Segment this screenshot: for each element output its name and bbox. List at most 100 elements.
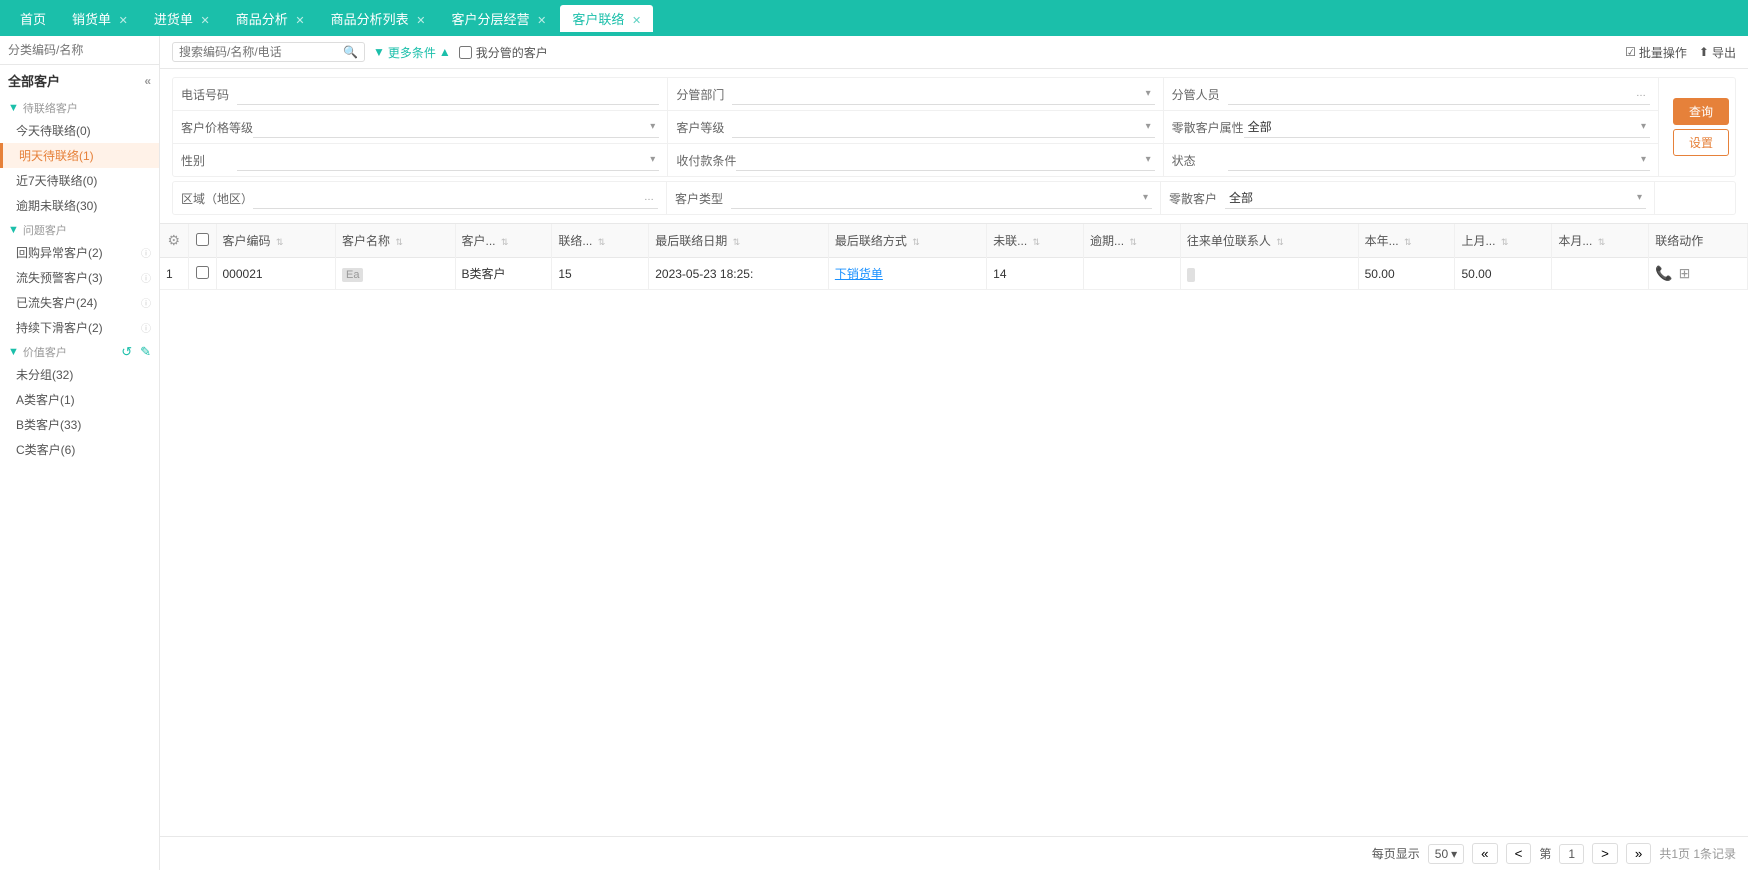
row-actions: 📞 ⊞ xyxy=(1649,258,1748,290)
region-select[interactable]: … xyxy=(253,187,658,209)
phone-label: 电话号码 xyxy=(181,86,237,103)
sort-icon-name: ⇅ xyxy=(395,237,403,247)
nav-purchase-order-close[interactable]: ✕ xyxy=(201,15,210,27)
row-customer-type: B类客户 xyxy=(455,258,552,290)
region-label: 区域（地区） xyxy=(181,190,253,207)
row-this-month xyxy=(1552,258,1649,290)
sidebar-item-b-class[interactable]: B类客户(33) xyxy=(0,412,159,437)
sort-icon-last-date: ⇅ xyxy=(733,237,741,247)
my-customers-checkbox-label[interactable]: 我分管的客户 xyxy=(459,44,548,61)
nav-product-analysis-list[interactable]: 商品分析列表 ✕ xyxy=(319,5,438,32)
th-this-year: 本年... ⇅ xyxy=(1358,224,1455,258)
phone-input[interactable] xyxy=(237,83,659,105)
pagination: 每页显示 50 ▾ « < 第 1 > » 共1页 1条记录 xyxy=(160,836,1748,870)
dept-select[interactable]: ▾ xyxy=(732,83,1154,105)
sidebar-item-overdue-pending[interactable]: 逾期未联络(30) xyxy=(0,193,159,218)
nav-customer-layered[interactable]: 客户分层经营 ✕ xyxy=(439,5,558,32)
th-actions: 联络动作 xyxy=(1649,224,1748,258)
phone-action-icon[interactable]: 📞 xyxy=(1655,265,1672,282)
sidebar-item-7day-pending[interactable]: 近7天待联络(0) xyxy=(0,168,159,193)
chevron-down-icon-9: ▾ xyxy=(1637,192,1642,203)
query-button[interactable]: 查询 xyxy=(1673,98,1729,125)
chevron-down-icon-8: ▾ xyxy=(1143,192,1148,203)
sidebar-item-declining[interactable]: 持续下滑客户(2) ⓘ xyxy=(0,315,159,340)
nav-product-analysis[interactable]: 商品分析 ✕ xyxy=(224,5,317,32)
payment-select[interactable]: ▾ xyxy=(736,149,1154,171)
last-page-button[interactable]: » xyxy=(1626,843,1651,864)
batch-ops-icon: ☑ xyxy=(1625,45,1636,59)
next-page-button[interactable]: > xyxy=(1592,843,1618,864)
gender-select[interactable]: ▾ xyxy=(237,149,659,171)
page-size-label: 每页显示 xyxy=(1372,845,1420,862)
first-page-button[interactable]: « xyxy=(1472,843,1497,864)
status-select[interactable]: ▾ xyxy=(1228,149,1650,171)
sidebar-item-repurchase-abnormal[interactable]: 回购异常客户(2) ⓘ xyxy=(0,240,159,265)
all-customers-header[interactable]: 全部客户 « xyxy=(0,65,159,96)
th-contact-person: 往来单位联系人 ⇅ xyxy=(1180,224,1358,258)
more-filters-button[interactable]: ▼ 更多条件 ▲ xyxy=(373,44,451,61)
sidebar-item-c-class[interactable]: C类客户(6) xyxy=(0,437,159,462)
nav-customer-contact-close[interactable]: ✕ xyxy=(632,15,641,27)
sort-icon-overdue: ⇅ xyxy=(1129,237,1137,247)
nav-sales-order-close[interactable]: ✕ xyxy=(119,15,128,27)
sidebar-item-a-class[interactable]: A类客户(1) xyxy=(0,387,159,412)
nav-product-analysis-close[interactable]: ✕ xyxy=(295,15,304,27)
sidebar-item-today-pending[interactable]: 今天待联络(0) xyxy=(0,118,159,143)
dots-icon: … xyxy=(1636,88,1646,99)
chevron-down-icon-7: ▾ xyxy=(1641,154,1646,165)
th-last-month: 上月... ⇅ xyxy=(1455,224,1552,258)
row-checkbox[interactable] xyxy=(196,266,209,279)
customer-price-select[interactable]: ▾ xyxy=(253,116,659,138)
page-number-input[interactable]: 1 xyxy=(1559,844,1584,864)
hint-icon-4: ⓘ xyxy=(141,320,151,335)
page-size-arrow: ▾ xyxy=(1451,847,1457,861)
sidebar-item-churn-warning[interactable]: 流失预警客户(3) ⓘ xyxy=(0,265,159,290)
settings-icon[interactable]: ⚙ xyxy=(167,232,180,248)
person-select[interactable]: … xyxy=(1228,83,1650,105)
sort-icon-method: ⇅ xyxy=(912,237,920,247)
customer-type-select[interactable]: ▾ xyxy=(731,187,1152,209)
retail-customer-select[interactable]: 全部 ▾ xyxy=(1225,187,1646,209)
sort-icon-this-month: ⇅ xyxy=(1598,237,1606,247)
sort-icon-not-contact: ⇅ xyxy=(1033,237,1041,247)
row-last-contact-method: 下销货单 xyxy=(828,258,986,290)
nav-customer-layered-close[interactable]: ✕ xyxy=(537,15,546,27)
row-index: 1 xyxy=(160,258,188,290)
sidebar-item-tomorrow-pending[interactable]: 明天待联络(1) xyxy=(0,143,159,168)
chevron-down-icon-3: ▾ xyxy=(1146,88,1151,99)
nav-home[interactable]: 首页 xyxy=(8,5,58,32)
sidebar-item-churned[interactable]: 已流失客户(24) ⓘ xyxy=(0,290,159,315)
my-customers-checkbox[interactable] xyxy=(459,46,472,59)
customer-price-label: 客户价格等级 xyxy=(181,119,253,136)
gender-label: 性别 xyxy=(181,152,237,169)
sidebar-search-input[interactable] xyxy=(8,43,160,57)
nav-product-analysis-list-close[interactable]: ✕ xyxy=(416,15,425,27)
nav-sales-order[interactable]: 销货单 ✕ xyxy=(60,5,140,32)
customer-level-select[interactable]: ▾ xyxy=(732,116,1154,138)
row-contact-count: 15 xyxy=(552,258,649,290)
search-input[interactable] xyxy=(179,45,339,59)
th-overdue: 逾期... ⇅ xyxy=(1084,224,1181,258)
grid-action-icon[interactable]: ⊞ xyxy=(1679,265,1691,282)
set-button[interactable]: 设置 xyxy=(1673,129,1729,156)
edit-icon[interactable]: ✎ xyxy=(140,344,151,360)
nav-customer-contact[interactable]: 客户联络 ✕ xyxy=(560,5,653,32)
retail-attr-select[interactable]: 全部 ▾ xyxy=(1244,116,1650,138)
batch-ops-button[interactable]: ☑ 批量操作 xyxy=(1625,44,1687,61)
chevron-down-icon: ▾ xyxy=(650,121,655,132)
refresh-icon[interactable]: ↺ xyxy=(121,344,132,360)
select-all-checkbox[interactable] xyxy=(196,233,209,246)
row-overdue xyxy=(1084,258,1181,290)
last-contact-method-link[interactable]: 下销货单 xyxy=(835,267,883,281)
sort-icon-type: ⇅ xyxy=(501,237,509,247)
prev-page-button[interactable]: < xyxy=(1506,843,1532,864)
sidebar-item-ungrouped[interactable]: 未分组(32) xyxy=(0,362,159,387)
search-execute-icon[interactable]: 🔍 xyxy=(343,45,358,59)
page-size-select[interactable]: 50 ▾ xyxy=(1428,844,1464,864)
hint-icon-3: ⓘ xyxy=(141,295,151,310)
row-last-month: 50.00 xyxy=(1455,258,1552,290)
nav-purchase-order[interactable]: 进货单 ✕ xyxy=(142,5,222,32)
th-checkbox xyxy=(188,224,216,258)
export-button[interactable]: ⬆ 导出 xyxy=(1699,44,1736,61)
chevron-down-icon-5: ▾ xyxy=(1146,154,1151,165)
